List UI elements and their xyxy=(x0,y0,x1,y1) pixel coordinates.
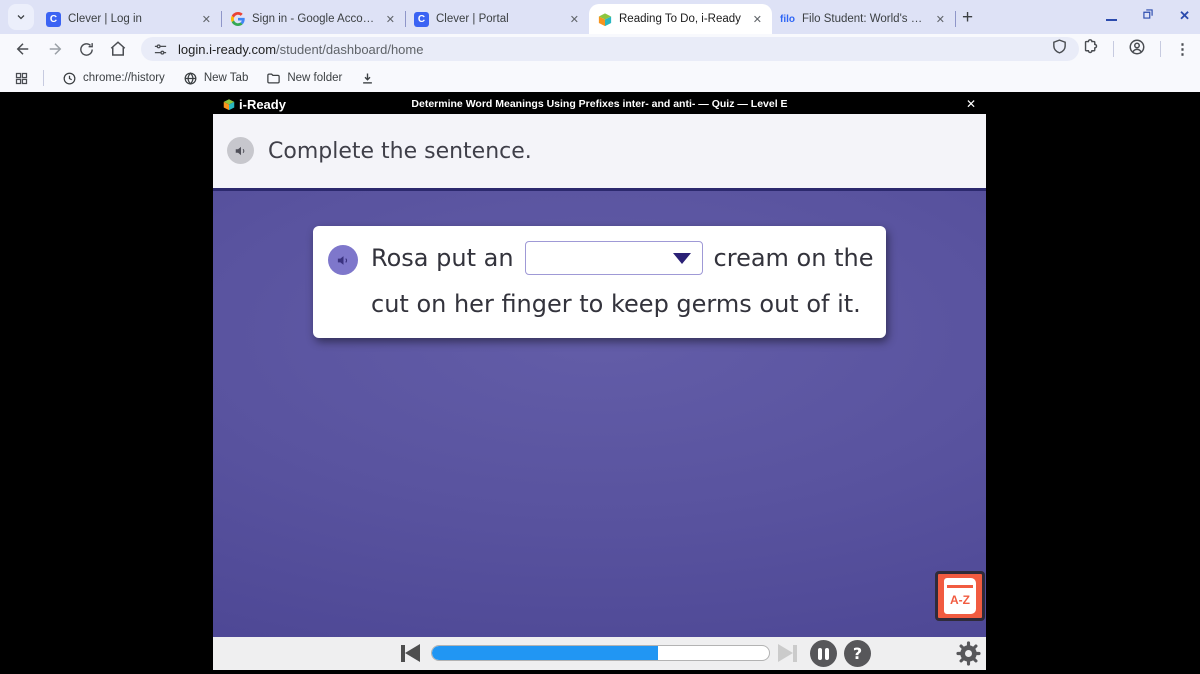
prompt-audio-button[interactable] xyxy=(227,137,254,164)
bookmark-label: New Tab xyxy=(203,72,249,84)
quiz-header: i-Ready Determine Word Meanings Using Pr… xyxy=(213,95,986,114)
bookmarks-divider xyxy=(43,70,44,86)
lesson-title: Determine Word Meanings Using Prefixes i… xyxy=(411,98,788,110)
tab-title: Sign in - Google Accounts xyxy=(252,13,377,25)
history-clock-icon xyxy=(63,72,76,84)
bookmark-history[interactable]: chrome://history xyxy=(62,71,165,86)
site-settings-icon[interactable] xyxy=(153,42,168,57)
sentence-part2: cream on the xyxy=(713,244,874,272)
home-button[interactable] xyxy=(109,40,127,58)
dictionary-label: A-Z xyxy=(950,593,970,607)
tab-title: Reading To Do, i-Ready xyxy=(619,13,741,25)
gear-icon xyxy=(956,641,981,666)
progress-bar xyxy=(431,645,770,661)
sentence-part1: Rosa put an xyxy=(371,244,514,272)
clever-icon: C xyxy=(46,11,61,27)
bookmarks-bar: chrome://history New Tab New folder xyxy=(0,64,1200,92)
dictionary-button[interactable]: A-Z xyxy=(935,571,985,621)
address-bar[interactable]: login.i-ready.com/student/dashboard/home xyxy=(141,37,1079,61)
bookmark-label: chrome://history xyxy=(83,72,165,84)
sentence-text: Rosa put an cream on the cut on her fing… xyxy=(371,236,876,324)
bookmark-new-folder[interactable]: New folder xyxy=(266,71,342,86)
tab-close-icon[interactable]: ✕ xyxy=(568,13,581,26)
chevron-down-icon xyxy=(17,15,25,20)
next-button[interactable] xyxy=(778,644,797,662)
window-close-icon[interactable]: ✕ xyxy=(1179,8,1190,24)
tab-filo-student[interactable]: filo Filo Student: World's Only Live ✕ xyxy=(772,4,955,34)
tab-divider xyxy=(955,11,956,27)
dictionary-book-icon: A-Z xyxy=(944,578,976,614)
dropdown-arrow-icon xyxy=(672,253,691,264)
url-domain: login.i-ready.com xyxy=(178,41,277,57)
progress-fill xyxy=(432,646,658,660)
browser-toolbar: login.i-ready.com/student/dashboard/home xyxy=(0,34,1200,64)
extensions-puzzle-icon[interactable] xyxy=(1082,38,1099,60)
filo-icon: filo xyxy=(780,13,795,25)
toolbar-actions: ⋮ xyxy=(1051,34,1190,64)
tab-iready-active[interactable]: Reading To Do, i-Ready ✕ xyxy=(589,4,772,34)
restore-icon[interactable] xyxy=(1141,7,1155,26)
tab-clever-login[interactable]: C Clever | Log in ✕ xyxy=(38,4,221,34)
google-icon xyxy=(230,12,245,27)
download-icon[interactable] xyxy=(360,71,375,86)
globe-icon xyxy=(184,71,197,85)
prompt-band: Complete the sentence. xyxy=(213,114,986,188)
help-icon: ? xyxy=(852,644,863,663)
tab-title: Clever | Log in xyxy=(68,13,142,25)
help-button[interactable]: ? xyxy=(844,640,871,667)
iready-cube-icon xyxy=(597,12,612,27)
window-controls: ✕ xyxy=(1106,6,1190,26)
question-audio-button[interactable] xyxy=(328,245,358,275)
profile-avatar-icon[interactable] xyxy=(1128,38,1146,61)
tab-search-button[interactable] xyxy=(8,4,34,30)
speaker-icon xyxy=(235,146,244,155)
back-button[interactable] xyxy=(14,40,32,58)
tab-close-icon[interactable]: ✕ xyxy=(384,13,397,26)
bookmark-label: New folder xyxy=(287,72,343,84)
menu-kebab-icon[interactable]: ⋮ xyxy=(1175,40,1190,58)
next-icon xyxy=(793,644,797,662)
tab-strip: C Clever | Log in ✕ Sign in - Google Acc… xyxy=(0,0,1200,34)
toolbar-divider xyxy=(1113,41,1114,57)
tab-title: Clever | Portal xyxy=(436,13,509,25)
browser-window: C Clever | Log in ✕ Sign in - Google Acc… xyxy=(0,0,1200,674)
settings-button[interactable] xyxy=(954,639,983,673)
tab-clever-portal[interactable]: C Clever | Portal ✕ xyxy=(406,4,589,34)
previous-button[interactable] xyxy=(401,644,420,662)
tab-google-signin[interactable]: Sign in - Google Accounts ✕ xyxy=(222,4,405,34)
folder-icon xyxy=(267,73,281,83)
url-text: login.i-ready.com/student/dashboard/home xyxy=(178,42,423,57)
page-background: i-Ready Determine Word Meanings Using Pr… xyxy=(0,92,1200,674)
new-tab-button[interactable]: + xyxy=(962,8,973,27)
question-card: Rosa put an cream on the cut on her fing… xyxy=(313,226,886,338)
speaker-icon xyxy=(337,255,347,265)
forward-button[interactable] xyxy=(46,40,64,58)
apps-grid-icon[interactable] xyxy=(14,71,29,86)
sentence-line2: cut on her finger to keep germs out of i… xyxy=(371,290,861,318)
quiz-modal: i-Ready Determine Word Meanings Using Pr… xyxy=(213,95,986,670)
answer-dropdown[interactable] xyxy=(524,241,703,275)
player-controls: ? xyxy=(213,637,986,670)
previous-icon xyxy=(405,644,420,662)
bookmark-new-tab[interactable]: New Tab xyxy=(183,71,249,86)
question-stage: Rosa put an cream on the cut on her fing… xyxy=(213,191,986,637)
minimize-icon[interactable] xyxy=(1106,19,1118,21)
toolbar-divider xyxy=(1160,41,1161,57)
next-icon xyxy=(778,644,793,662)
quiz-close-icon[interactable]: ✕ xyxy=(966,95,976,114)
url-path: /student/dashboard/home xyxy=(276,41,424,57)
tab-title: Filo Student: World's Only Live xyxy=(802,13,927,25)
pause-icon xyxy=(817,647,830,660)
shield-icon[interactable] xyxy=(1051,38,1068,60)
pause-button[interactable] xyxy=(810,640,837,667)
tab-close-icon[interactable]: ✕ xyxy=(934,13,947,26)
tab-close-icon[interactable]: ✕ xyxy=(200,13,213,26)
prompt-text: Complete the sentence. xyxy=(268,138,532,164)
reload-button[interactable] xyxy=(78,41,95,58)
tab-close-icon[interactable]: ✕ xyxy=(751,13,764,26)
clever-icon: C xyxy=(414,11,429,27)
